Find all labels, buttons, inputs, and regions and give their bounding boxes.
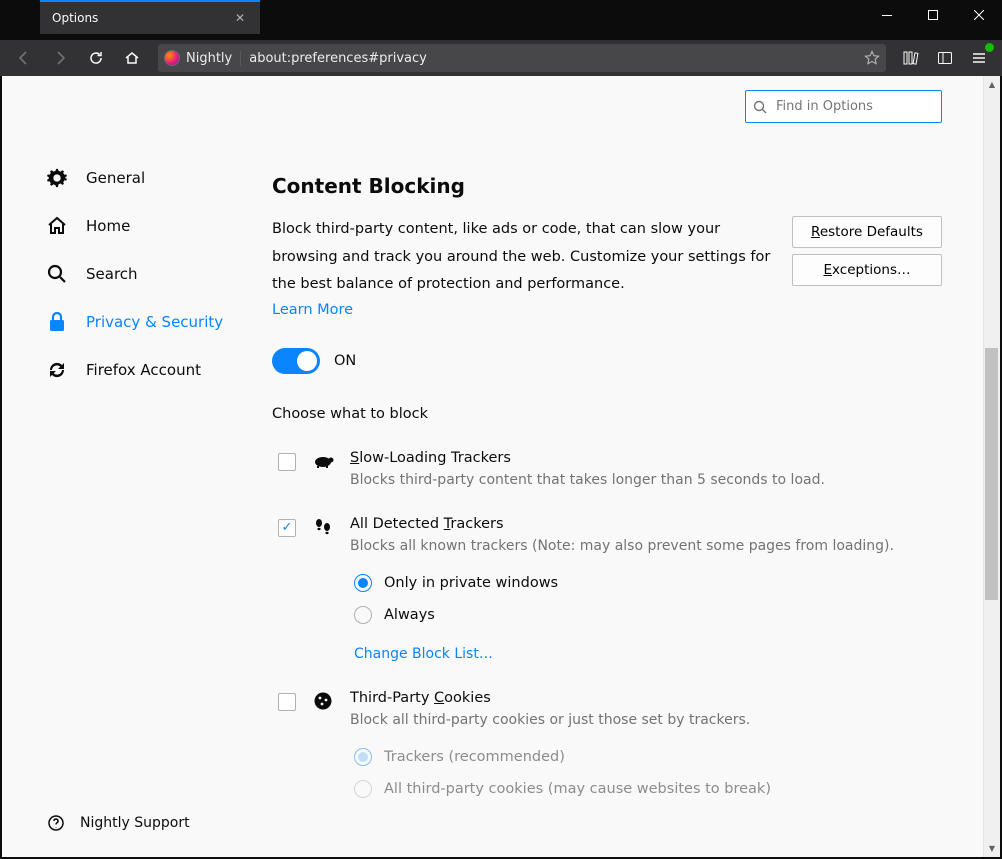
- content-blocking-toggle[interactable]: [272, 348, 320, 374]
- back-button[interactable]: [8, 42, 40, 74]
- radio-icon: [354, 606, 372, 624]
- sidebar-item-label: General: [86, 169, 145, 187]
- sidebar-button[interactable]: [930, 43, 960, 73]
- choose-heading: Choose what to block: [272, 406, 942, 422]
- close-tab-icon[interactable]: ✕: [232, 10, 248, 26]
- checkbox-all-trackers[interactable]: [278, 519, 296, 537]
- turtle-icon: [312, 450, 334, 472]
- sidebar-item-label: Home: [86, 217, 130, 235]
- window-controls: [864, 0, 1002, 30]
- section-heading: Content Blocking: [272, 174, 942, 198]
- btn-text: xceptions…: [832, 262, 910, 278]
- radio-icon: [354, 748, 372, 766]
- identity-box[interactable]: Nightly: [164, 50, 241, 66]
- close-window-button[interactable]: [956, 0, 1002, 30]
- option-subtitle: Block all third-party cookies or just th…: [350, 712, 942, 728]
- url-bar[interactable]: Nightly about:preferences#privacy: [158, 44, 886, 72]
- change-block-list-link[interactable]: Change Block List…: [354, 646, 493, 662]
- sidebar-item-account[interactable]: Firefox Account: [2, 346, 252, 394]
- reload-button[interactable]: [80, 42, 112, 74]
- sidebar-item-home[interactable]: Home: [2, 202, 252, 250]
- firefox-logo-icon: [164, 50, 180, 66]
- radio-cookies-trackers[interactable]: Trackers (recommended): [350, 748, 942, 766]
- restore-defaults-button[interactable]: Restore Defaults: [792, 216, 942, 248]
- radio-cookies-all[interactable]: All third-party cookies (may cause websi…: [350, 780, 942, 798]
- sidebar-item-privacy[interactable]: Privacy & Security: [2, 298, 252, 346]
- radio-private-windows[interactable]: Only in private windows: [350, 574, 942, 592]
- library-button[interactable]: [896, 43, 926, 73]
- radio-always[interactable]: Always: [350, 606, 942, 624]
- checkbox-cookies[interactable]: [278, 693, 296, 711]
- radio-label: Always: [384, 607, 435, 623]
- radio-icon: [354, 780, 372, 798]
- scroll-thumb[interactable]: [985, 348, 998, 600]
- support-link[interactable]: Nightly Support: [2, 799, 252, 847]
- option-all-trackers: All Detected Trackers Blocks all known t…: [272, 516, 942, 662]
- nav-toolbar: Nightly about:preferences#privacy: [0, 40, 1002, 76]
- gear-icon: [46, 167, 68, 189]
- option-title: All Detected Trackers: [350, 516, 942, 532]
- scroll-up-button[interactable]: ▲: [984, 76, 1000, 93]
- btn-text: estore Defaults: [820, 224, 923, 240]
- lock-icon: [46, 311, 68, 333]
- app-menu-button[interactable]: [964, 43, 994, 73]
- main-pane: Content Blocking Block third-party conte…: [252, 76, 1000, 857]
- magnifier-icon: [46, 263, 68, 285]
- option-title: Slow-Loading Trackers: [350, 450, 942, 466]
- help-icon: [48, 815, 64, 831]
- sidebar-item-general[interactable]: General: [2, 154, 252, 202]
- sidebar-item-label: Privacy & Security: [86, 313, 223, 331]
- section-description: Block third-party content, like ads or c…: [272, 216, 772, 299]
- sidebar-item-label: Firefox Account: [86, 361, 201, 379]
- option-subtitle: Blocks third-party content that takes lo…: [350, 472, 942, 488]
- support-label: Nightly Support: [80, 815, 190, 831]
- radio-label: Only in private windows: [384, 575, 558, 591]
- preferences-page: General Home Search Privacy & Security F…: [2, 76, 1000, 857]
- option-slow-trackers: Slow-Loading Trackers Blocks third-party…: [272, 450, 942, 488]
- vertical-scrollbar[interactable]: ▲ ▼: [983, 76, 1000, 857]
- sync-icon: [46, 359, 68, 381]
- footprints-icon: [312, 516, 334, 538]
- radio-label: Trackers (recommended): [384, 749, 565, 765]
- home-icon: [46, 215, 68, 237]
- option-subtitle: Blocks all known trackers (Note: may als…: [350, 538, 942, 554]
- bookmark-star-icon[interactable]: [864, 50, 880, 66]
- sidebar-item-label: Search: [86, 265, 138, 283]
- option-title: Third-Party Cookies: [350, 690, 942, 706]
- option-third-party-cookies: Third-Party Cookies Block all third-part…: [272, 690, 942, 812]
- browser-tab[interactable]: Options ✕: [40, 0, 260, 34]
- sidebar-item-search[interactable]: Search: [2, 250, 252, 298]
- minimize-button[interactable]: [864, 0, 910, 30]
- titlebar: Options ✕: [0, 0, 1002, 40]
- toggle-label: ON: [334, 353, 356, 369]
- radio-label: All third-party cookies (may cause websi…: [384, 781, 771, 797]
- category-sidebar: General Home Search Privacy & Security F…: [2, 76, 252, 857]
- url-text: about:preferences#privacy: [249, 51, 856, 66]
- tab-title: Options: [52, 11, 232, 25]
- learn-more-link[interactable]: Learn More: [272, 302, 353, 318]
- identity-label: Nightly: [186, 51, 241, 66]
- checkbox-slow-trackers[interactable]: [278, 453, 296, 471]
- radio-icon: [354, 574, 372, 592]
- exceptions-button[interactable]: Exceptions…: [792, 254, 942, 286]
- cookie-icon: [312, 690, 334, 712]
- notification-badge-icon: [985, 43, 994, 52]
- forward-button[interactable]: [44, 42, 76, 74]
- scroll-down-button[interactable]: ▼: [984, 840, 1000, 857]
- home-button[interactable]: [116, 42, 148, 74]
- toggle-knob: [297, 351, 317, 371]
- maximize-button[interactable]: [910, 0, 956, 30]
